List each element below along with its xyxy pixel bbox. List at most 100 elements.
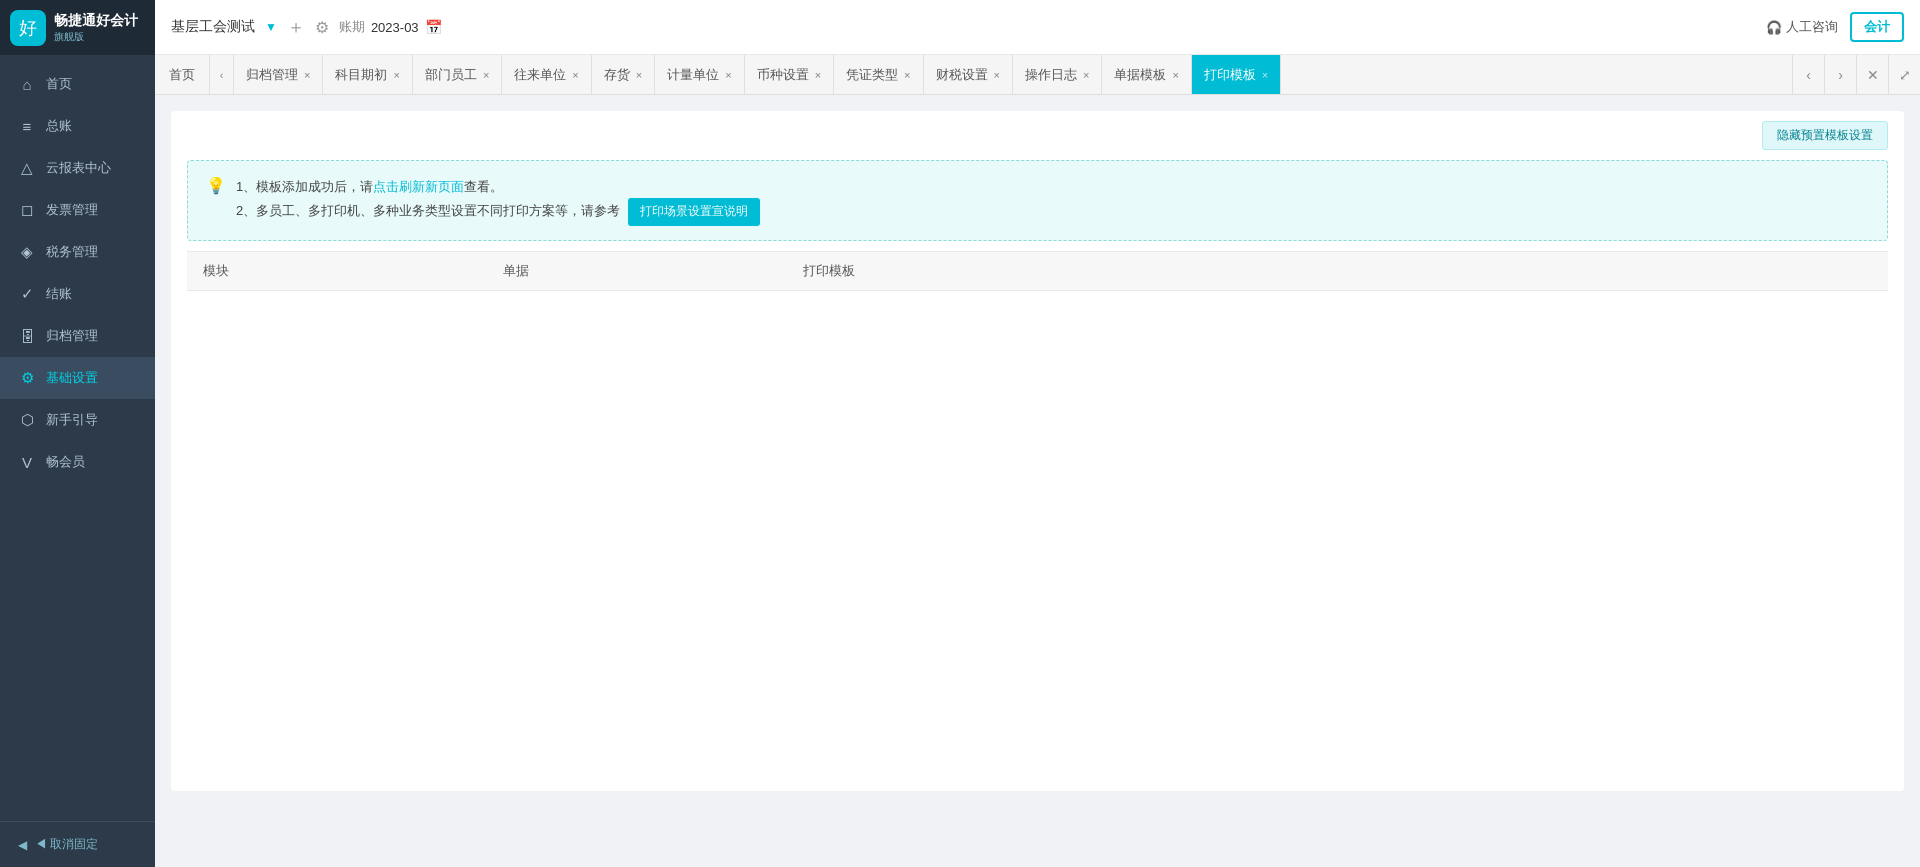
home-icon: ⌂ (18, 76, 36, 93)
tab-department[interactable]: 部门员工 × (413, 55, 502, 95)
tab-printtemplate-label: 打印模板 (1204, 66, 1256, 84)
notice-content: 💡 1、模板添加成功后，请点击刷新新页面查看。 2、多员工、多打印机、多种业务类… (206, 175, 1869, 226)
period-value: 2023-03 (371, 20, 419, 35)
sidebar-item-vip-label: 畅会员 (46, 453, 85, 471)
tab-supplier-close[interactable]: × (572, 69, 578, 81)
tab-inventory[interactable]: 存货 × (592, 55, 655, 95)
tabbar: 首页 ‹ 归档管理 × 科目期初 × 部门员工 × 往来单位 × 存货 × 计量… (155, 55, 1920, 95)
tab-subject-close[interactable]: × (393, 69, 399, 81)
tab-home[interactable]: 首页 (155, 55, 210, 95)
tab-sliptemplate[interactable]: 单据模板 × (1102, 55, 1191, 95)
tab-inventory-close[interactable]: × (636, 69, 642, 81)
topbar-left: 基层工会测试 ▼ ＋ ⚙ 账期 2023-03 📅 (171, 18, 442, 37)
tab-supplier[interactable]: 往来单位 × (502, 55, 591, 95)
tab-subject-label: 科目期初 (335, 66, 387, 84)
tab-sliptemplate-label: 单据模板 (1114, 66, 1166, 84)
tab-expand-btn[interactable]: ⤢ (1888, 55, 1920, 95)
table-col-module: 模块 (187, 262, 487, 280)
sidebar-item-tax[interactable]: ◈ 税务管理 (0, 231, 155, 273)
sidebar-nav: ⌂ 首页 ≡ 总账 △ 云报表中心 ◻ 发票管理 ◈ 税务管理 ✓ 结账 🗄 归… (0, 55, 155, 821)
period-label: 账期 (339, 18, 365, 36)
print-scene-btn[interactable]: 打印场景设置宣说明 (628, 198, 760, 226)
sidebar-item-home-label: 首页 (46, 75, 72, 93)
tab-inventory-label: 存货 (604, 66, 630, 84)
vip-icon: V (18, 454, 36, 471)
sidebar-item-settings[interactable]: ⚙ 基础设置 (0, 357, 155, 399)
tab-subject[interactable]: 科目期初 × (323, 55, 412, 95)
notice-line1-suffix: 查看。 (464, 179, 503, 194)
tab-currency-close[interactable]: × (815, 69, 821, 81)
checkout-icon: ✓ (18, 285, 36, 303)
calendar-icon[interactable]: 📅 (425, 19, 442, 35)
logo-text: 畅捷通好会计 旗舰版 (54, 12, 138, 44)
period-section: 账期 2023-03 📅 (339, 18, 442, 36)
tab-sliptemplate-close[interactable]: × (1172, 69, 1178, 81)
table-col-template: 打印模板 (787, 262, 1888, 280)
main-area: 基层工会测试 ▼ ＋ ⚙ 账期 2023-03 📅 🎧 人工咨询 会计 首页 ‹… (155, 0, 1920, 867)
tab-oplog-close[interactable]: × (1083, 69, 1089, 81)
tab-voucher-close[interactable]: × (904, 69, 910, 81)
service-btn[interactable]: 🎧 人工咨询 (1766, 18, 1838, 36)
tab-taxsetting-close[interactable]: × (994, 69, 1000, 81)
sidebar: 好 畅捷通好会计 旗舰版 ⌂ 首页 ≡ 总账 △ 云报表中心 ◻ 发票管理 ◈ … (0, 0, 155, 867)
notice-line2-prefix: 2、多员工、多打印机、多种业务类型设置不同打印方案等，请参考 (236, 203, 620, 218)
notice-bulb-icon: 💡 (206, 176, 226, 195)
tab-scroll-left-btn[interactable]: ‹ (1792, 55, 1824, 95)
tab-currency[interactable]: 币种设置 × (745, 55, 834, 95)
notice-text: 1、模板添加成功后，请点击刷新新页面查看。 2、多员工、多打印机、多种业务类型设… (236, 175, 1869, 226)
tab-close-all-btn[interactable]: ✕ (1856, 55, 1888, 95)
sidebar-item-reports[interactable]: △ 云报表中心 (0, 147, 155, 189)
table-col-slip: 单据 (487, 262, 787, 280)
unpin-icon: ◀ (18, 838, 27, 852)
sidebar-footer-label: ◀ 取消固定 (35, 836, 98, 853)
hide-presets-section: 隐藏预置模板设置 (171, 111, 1904, 150)
tab-printtemplate[interactable]: 打印模板 × (1192, 55, 1281, 95)
table-header: 模块 单据 打印模板 (187, 251, 1888, 291)
topbar-setting-icon[interactable]: ⚙ (315, 18, 329, 37)
company-name: 基层工会测试 (171, 18, 255, 36)
tab-home-label: 首页 (169, 66, 195, 84)
settings-icon: ⚙ (18, 369, 36, 387)
tab-supplier-label: 往来单位 (514, 66, 566, 84)
tab-measure-close[interactable]: × (725, 69, 731, 81)
tab-actions: ‹ › ✕ ⤢ (1792, 55, 1920, 95)
add-tab-btn[interactable]: ＋ (287, 18, 305, 36)
hide-presets-button[interactable]: 隐藏预置模板设置 (1762, 121, 1888, 150)
sidebar-item-guide[interactable]: ⬡ 新手引导 (0, 399, 155, 441)
tab-oplog-label: 操作日志 (1025, 66, 1077, 84)
logo-title: 畅捷通好会计 (54, 12, 138, 30)
sidebar-item-ledger-label: 总账 (46, 117, 72, 135)
tab-measure[interactable]: 计量单位 × (655, 55, 744, 95)
tab-oplog[interactable]: 操作日志 × (1013, 55, 1102, 95)
tab-department-close[interactable]: × (483, 69, 489, 81)
topbar: 基层工会测试 ▼ ＋ ⚙ 账期 2023-03 📅 🎧 人工咨询 会计 (155, 0, 1920, 55)
tab-taxsetting[interactable]: 财税设置 × (924, 55, 1013, 95)
tab-voucher-label: 凭证类型 (846, 66, 898, 84)
kuaiji-button[interactable]: 会计 (1850, 12, 1904, 42)
sidebar-item-archive-label: 归档管理 (46, 327, 98, 345)
tab-measure-label: 计量单位 (667, 66, 719, 84)
sidebar-item-checkout[interactable]: ✓ 结账 (0, 273, 155, 315)
tab-scroll-right-btn[interactable]: › (1824, 55, 1856, 95)
sidebar-item-vip[interactable]: V 畅会员 (0, 441, 155, 483)
tab-archive[interactable]: 归档管理 × (234, 55, 323, 95)
sidebar-item-checkout-label: 结账 (46, 285, 72, 303)
content-inner: 隐藏预置模板设置 💡 1、模板添加成功后，请点击刷新新页面查看。 2、多员工、多… (171, 111, 1904, 791)
sidebar-unpin-btn[interactable]: ◀ ◀ 取消固定 (0, 821, 155, 867)
sidebar-item-invoice-label: 发票管理 (46, 201, 98, 219)
sidebar-item-settings-label: 基础设置 (46, 369, 98, 387)
tab-voucher[interactable]: 凭证类型 × (834, 55, 923, 95)
tab-printtemplate-close[interactable]: × (1262, 69, 1268, 81)
sidebar-logo: 好 畅捷通好会计 旗舰版 (0, 0, 155, 55)
tab-archive-close[interactable]: × (304, 69, 310, 81)
tab-prev-btn[interactable]: ‹ (210, 55, 234, 95)
sidebar-item-reports-label: 云报表中心 (46, 159, 111, 177)
company-dropdown-icon[interactable]: ▼ (265, 20, 277, 34)
sidebar-item-archive[interactable]: 🗄 归档管理 (0, 315, 155, 357)
reports-icon: △ (18, 159, 36, 177)
sidebar-item-invoice[interactable]: ◻ 发票管理 (0, 189, 155, 231)
notice-line1-link[interactable]: 点击刷新新页面 (373, 179, 464, 194)
sidebar-item-home[interactable]: ⌂ 首页 (0, 63, 155, 105)
logo-sub: 旗舰版 (54, 30, 138, 44)
sidebar-item-ledger[interactable]: ≡ 总账 (0, 105, 155, 147)
